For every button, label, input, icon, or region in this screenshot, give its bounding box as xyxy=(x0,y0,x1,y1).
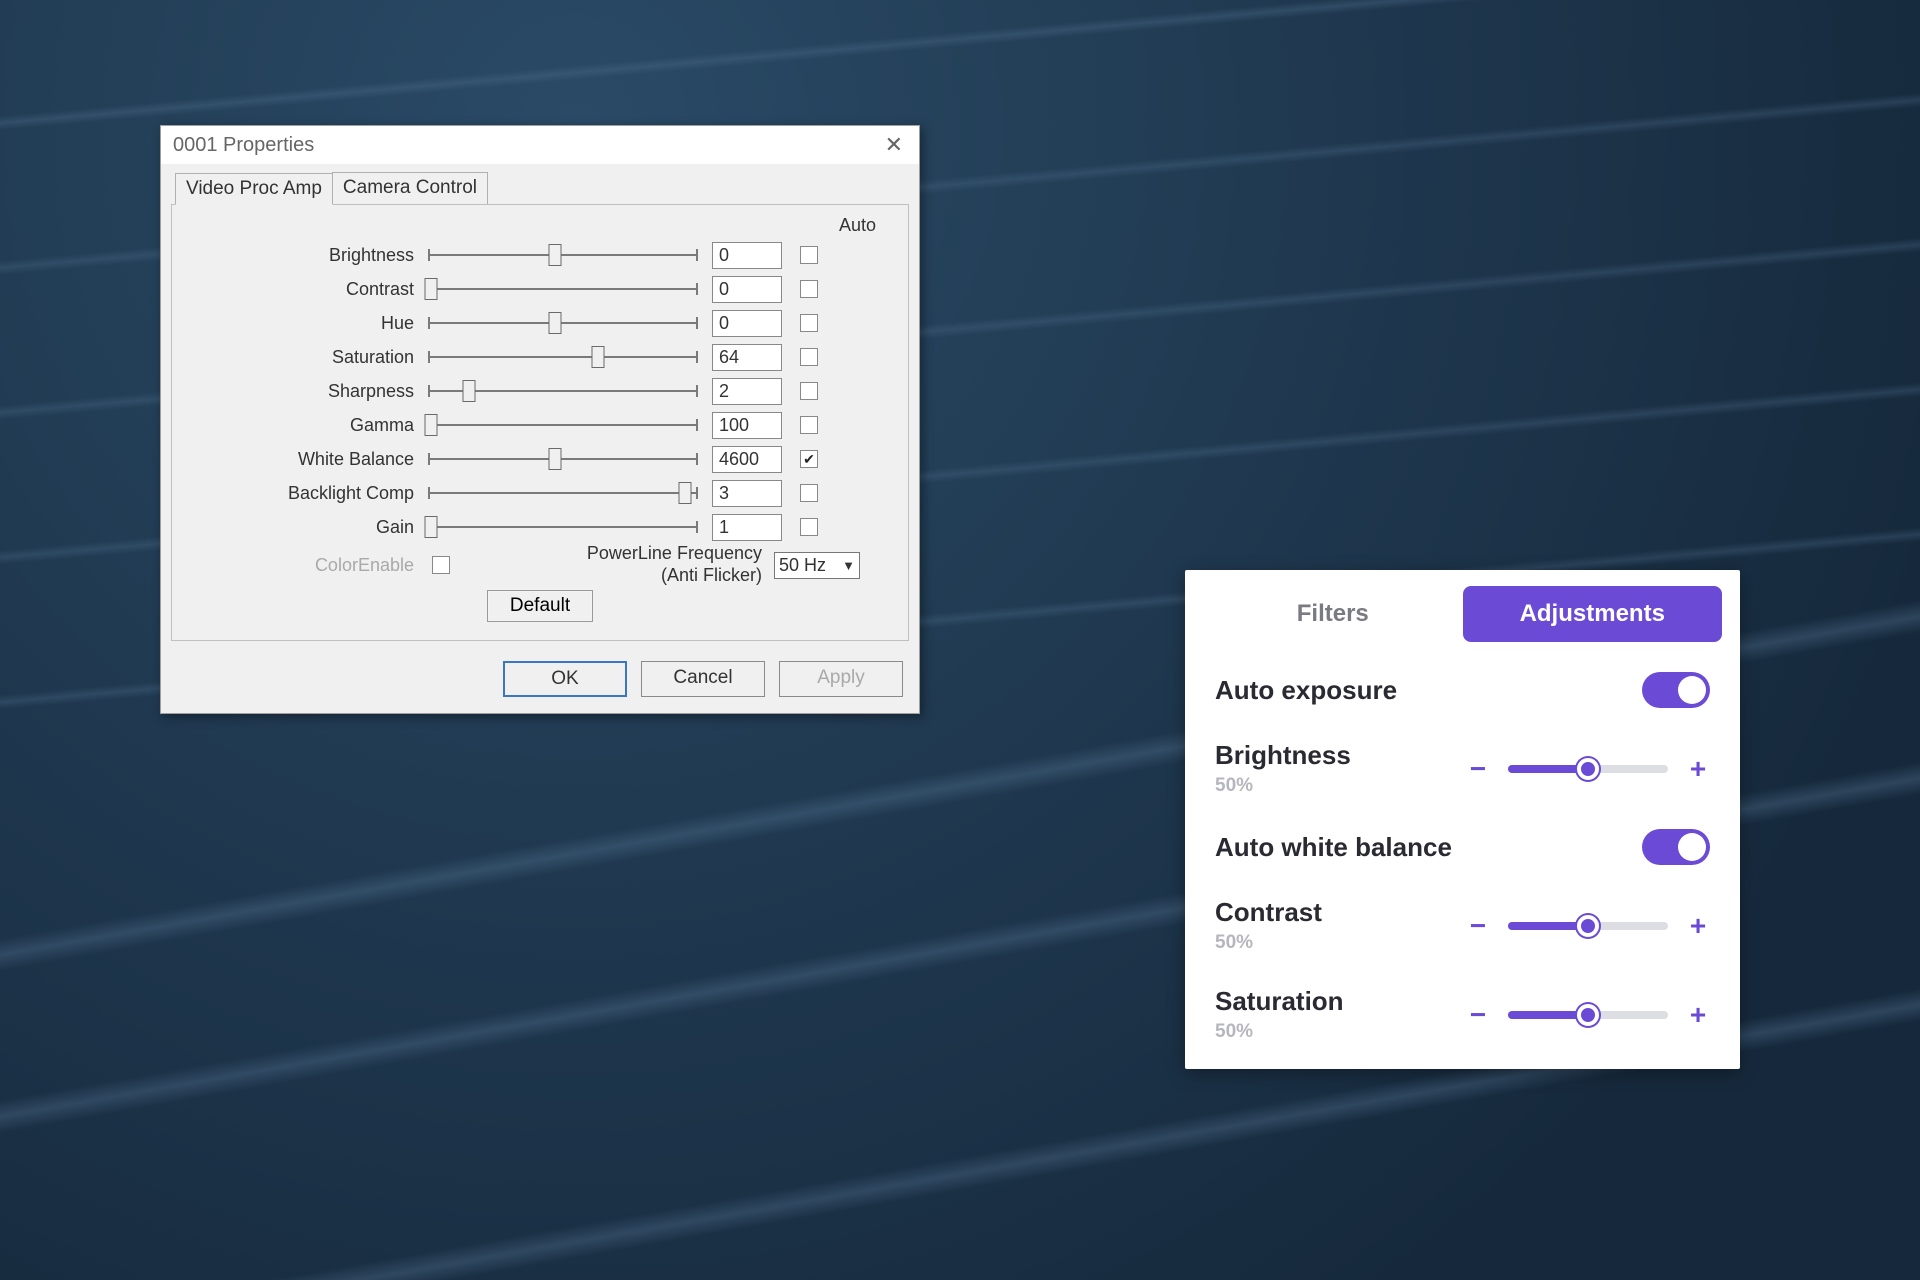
auto-exposure-label: Auto exposure xyxy=(1215,675,1405,706)
close-icon[interactable]: ✕ xyxy=(879,132,909,158)
auto-header: Auto xyxy=(188,215,892,236)
contrast-minus-button[interactable]: − xyxy=(1466,910,1490,942)
prop-label: Gamma xyxy=(188,415,428,436)
dialog-tab-row: Video Proc Amp Camera Control xyxy=(161,164,919,204)
contrast-value: 50% xyxy=(1215,932,1405,954)
prop-label: Saturation xyxy=(188,347,428,368)
prop-row: Gain xyxy=(188,510,892,544)
contrast-track[interactable] xyxy=(1508,922,1668,930)
powerline-label: PowerLine Frequency (Anti Flicker) xyxy=(450,543,774,586)
auto-exposure-toggle[interactable] xyxy=(1642,672,1710,708)
powerline-value: 50 Hz xyxy=(779,555,826,576)
prop-slider[interactable] xyxy=(428,416,698,434)
apply-button[interactable]: Apply xyxy=(779,661,903,697)
adjustments-panel: Filters Adjustments Auto exposure Bright… xyxy=(1185,570,1740,1069)
contrast-slider: − + xyxy=(1466,910,1710,942)
prop-row: White Balance ✔ xyxy=(188,442,892,476)
brightness-label: Brightness xyxy=(1215,740,1405,771)
colorenable-label: ColorEnable xyxy=(188,555,428,576)
default-button[interactable]: Default xyxy=(487,590,593,622)
prop-auto-checkbox[interactable] xyxy=(800,246,818,264)
prop-value-input[interactable] xyxy=(712,344,782,371)
prop-value-input[interactable] xyxy=(712,412,782,439)
brightness-track[interactable] xyxy=(1508,765,1668,773)
prop-row: Gamma xyxy=(188,408,892,442)
prop-slider[interactable] xyxy=(428,450,698,468)
brightness-plus-button[interactable]: + xyxy=(1686,753,1710,785)
saturation-value: 50% xyxy=(1215,1021,1405,1043)
prop-slider[interactable] xyxy=(428,314,698,332)
prop-auto-checkbox[interactable] xyxy=(800,484,818,502)
prop-value-input[interactable] xyxy=(712,378,782,405)
dialog-title: 0001 Properties xyxy=(173,134,314,157)
row-brightness: Brightness 50% − + xyxy=(1185,726,1740,815)
brightness-slider: − + xyxy=(1466,753,1710,785)
dialog-titlebar[interactable]: 0001 Properties ✕ xyxy=(161,126,919,164)
tab-adjustments[interactable]: Adjustments xyxy=(1463,586,1723,642)
prop-value-input[interactable] xyxy=(712,310,782,337)
prop-slider[interactable] xyxy=(428,518,698,536)
prop-label: Sharpness xyxy=(188,381,428,402)
prop-label: Gain xyxy=(188,517,428,538)
prop-slider[interactable] xyxy=(428,246,698,264)
prop-value-input[interactable] xyxy=(712,242,782,269)
prop-slider[interactable] xyxy=(428,348,698,366)
prop-slider[interactable] xyxy=(428,484,698,502)
prop-auto-checkbox[interactable] xyxy=(800,280,818,298)
prop-value-input[interactable] xyxy=(712,276,782,303)
contrast-plus-button[interactable]: + xyxy=(1686,910,1710,942)
saturation-slider: − + xyxy=(1466,999,1710,1031)
prop-label: White Balance xyxy=(188,449,428,470)
contrast-label: Contrast xyxy=(1215,897,1405,928)
card-tabs: Filters Adjustments xyxy=(1185,570,1740,658)
prop-auto-checkbox[interactable] xyxy=(800,416,818,434)
prop-row: Hue xyxy=(188,306,892,340)
tab-filters[interactable]: Filters xyxy=(1203,586,1463,642)
prop-value-input[interactable] xyxy=(712,514,782,541)
row-saturation: Saturation 50% − + xyxy=(1185,972,1740,1061)
row-auto-wb: Auto white balance xyxy=(1185,815,1740,883)
properties-dialog: 0001 Properties ✕ Video Proc Amp Camera … xyxy=(160,125,920,714)
prop-slider[interactable] xyxy=(428,280,698,298)
prop-value-input[interactable] xyxy=(712,480,782,507)
saturation-plus-button[interactable]: + xyxy=(1686,999,1710,1031)
prop-row: Contrast xyxy=(188,272,892,306)
prop-row: Brightness xyxy=(188,238,892,272)
prop-row: Sharpness xyxy=(188,374,892,408)
powerline-label-text: PowerLine Frequency xyxy=(587,543,762,563)
prop-slider[interactable] xyxy=(428,382,698,400)
prop-auto-checkbox[interactable]: ✔ xyxy=(800,450,818,468)
tab-camera-control[interactable]: Camera Control xyxy=(332,172,488,204)
prop-row: Backlight Comp xyxy=(188,476,892,510)
prop-auto-checkbox[interactable] xyxy=(800,314,818,332)
prop-row: Saturation xyxy=(188,340,892,374)
powerline-sub-text: (Anti Flicker) xyxy=(450,565,762,587)
chevron-down-icon: ▼ xyxy=(842,558,855,573)
tab-body: Auto Brightness Contrast Hue Saturation Shar… xyxy=(171,204,909,641)
row-auto-exposure: Auto exposure xyxy=(1185,658,1740,726)
cancel-button[interactable]: Cancel xyxy=(641,661,765,697)
ok-button[interactable]: OK xyxy=(503,661,627,697)
prop-label: Contrast xyxy=(188,279,428,300)
action-row: OK Cancel Apply xyxy=(161,651,919,713)
prop-value-input[interactable] xyxy=(712,446,782,473)
saturation-minus-button[interactable]: − xyxy=(1466,999,1490,1031)
auto-wb-toggle[interactable] xyxy=(1642,829,1710,865)
prop-auto-checkbox[interactable] xyxy=(800,348,818,366)
row-contrast: Contrast 50% − + xyxy=(1185,883,1740,972)
colorenable-checkbox[interactable] xyxy=(432,556,450,574)
tab-video-proc-amp[interactable]: Video Proc Amp xyxy=(175,173,333,205)
prop-label: Hue xyxy=(188,313,428,334)
prop-auto-checkbox[interactable] xyxy=(800,382,818,400)
brightness-minus-button[interactable]: − xyxy=(1466,753,1490,785)
prop-label: Brightness xyxy=(188,245,428,266)
saturation-label: Saturation xyxy=(1215,986,1405,1017)
saturation-track[interactable] xyxy=(1508,1011,1668,1019)
powerline-dropdown[interactable]: 50 Hz ▼ xyxy=(774,552,860,579)
auto-wb-label: Auto white balance xyxy=(1215,832,1452,863)
prop-auto-checkbox[interactable] xyxy=(800,518,818,536)
brightness-value: 50% xyxy=(1215,775,1405,797)
extra-row: ColorEnable PowerLine Frequency (Anti Fl… xyxy=(188,548,892,582)
prop-label: Backlight Comp xyxy=(188,483,428,504)
